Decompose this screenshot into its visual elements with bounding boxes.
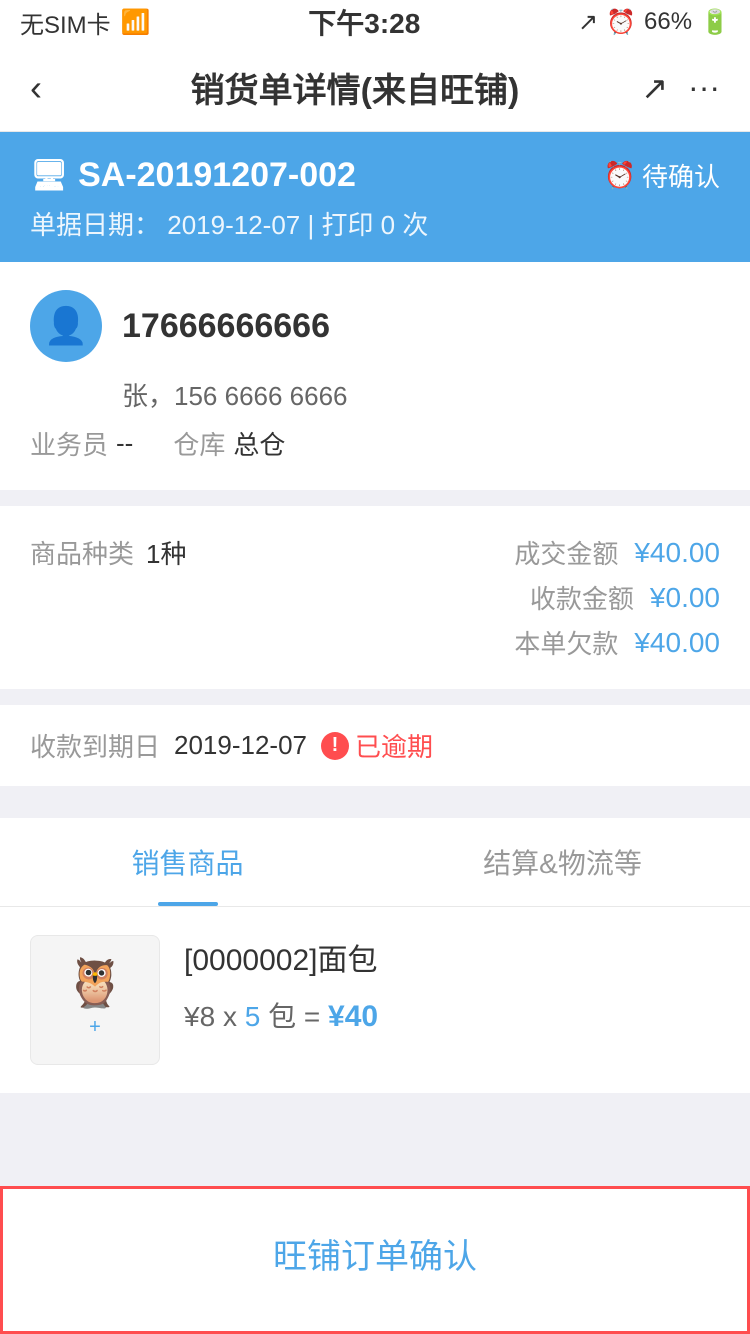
clock-icon: ⏰	[604, 160, 636, 191]
tab-sales-products[interactable]: 销售商品	[0, 818, 375, 906]
owl-icon: 🦉	[65, 960, 125, 1008]
warehouse-item: 仓库 总仓	[173, 425, 285, 462]
salesman-item: 业务员 --	[30, 425, 133, 462]
tab-settlement[interactable]: 结算&物流等	[375, 818, 750, 906]
avatar: 👤	[30, 290, 102, 362]
order-icon: 🖥	[30, 158, 68, 193]
wifi-icon: 📶	[121, 8, 151, 37]
status-time: 下午3:28	[308, 2, 420, 42]
due-value: ¥40.00	[634, 627, 720, 659]
summary-left: 商品种类 1种	[30, 534, 186, 571]
product-type-value: 1种	[146, 534, 186, 571]
battery-icon: 🔋	[700, 8, 730, 37]
tab-settlement-label: 结算&物流等	[483, 842, 642, 882]
battery-text: 66%	[644, 8, 692, 36]
due-date-value: 2019-12-07	[174, 730, 307, 761]
plus-icon: +	[89, 1016, 101, 1038]
tab-sales-products-label: 销售商品	[131, 842, 243, 882]
confirm-button[interactable]: 旺铺订单确认	[33, 1209, 717, 1297]
status-bar: 无SIM卡 📶 下午3:28 ↗ ⏰ 66% 🔋	[0, 0, 750, 44]
status-badge: ⏰ 待确认	[604, 157, 720, 194]
customer-section: 👤 17666666666 张，156 6666 6666 业务员 -- 仓库 …	[0, 262, 750, 490]
due-date-label: 收款到期日	[30, 727, 160, 764]
due-date-section: 收款到期日 2019-12-07 ! 已逾期	[0, 705, 750, 786]
tabs: 销售商品 结算&物流等	[0, 818, 750, 906]
product-info: [0000002]面包 ¥8 x 5 包 = ¥40	[184, 935, 720, 1035]
price-separator: x	[223, 1001, 245, 1032]
order-id: 🖥 SA-20191207-002	[30, 156, 356, 195]
overdue-badge: ! 已逾期	[321, 727, 433, 764]
amount-label: 成交金额	[514, 534, 618, 571]
customer-meta: 业务员 -- 仓库 总仓	[30, 425, 720, 462]
salesman-label: 业务员	[30, 425, 108, 462]
summary-row: 商品种类 1种 成交金额 ¥40.00 收款金额 ¥0.00 本单欠款 ¥40.…	[30, 534, 720, 661]
due-label: 本单欠款	[514, 624, 618, 661]
summary-right: 成交金额 ¥40.00 收款金额 ¥0.00 本单欠款 ¥40.00	[514, 534, 720, 661]
warehouse-value: 总仓	[233, 425, 285, 462]
product-item: 🦉 + [0000002]面包 ¥8 x 5 包 = ¥40	[0, 907, 750, 1093]
order-header: 🖥 SA-20191207-002 ⏰ 待确认 单据日期： 2019-12-07…	[0, 132, 750, 262]
nav-bar: ‹ 销货单详情(来自旺铺) ↗ ···	[0, 44, 750, 132]
order-status: 待确认	[642, 157, 720, 194]
unit: 包	[268, 1001, 296, 1032]
order-id-text: SA-20191207-002	[78, 156, 356, 195]
confirm-btn-container: 旺铺订单确认	[0, 1186, 750, 1334]
date-label: 单据日期：	[30, 210, 160, 240]
nav-actions: ↗ ···	[620, 69, 720, 107]
order-date: 单据日期： 2019-12-07 | 打印 0 次	[30, 205, 720, 242]
product-thumbnail: 🦉 +	[30, 935, 160, 1065]
total-price: ¥40	[328, 1000, 378, 1033]
share-icon[interactable]: ↗	[641, 69, 668, 107]
overdue-icon: !	[321, 732, 349, 760]
product-price: ¥8 x 5 包 = ¥40	[184, 995, 720, 1035]
carrier-text: 无SIM卡	[20, 5, 111, 40]
equals-sign: =	[304, 1001, 328, 1032]
header-top: 🖥 SA-20191207-002 ⏰ 待确认	[30, 156, 720, 195]
divider-2	[0, 689, 750, 705]
alarm-icon: ⏰	[606, 8, 636, 37]
date-value: 2019-12-07	[167, 210, 300, 240]
product-type-label: 商品种类	[30, 534, 134, 571]
avatar-icon: 👤	[44, 305, 89, 347]
customer-detail: 张，156 6666 6666	[30, 376, 720, 413]
customer-phone: 17666666666	[122, 307, 330, 346]
product-thumb-inner: 🦉 +	[65, 960, 125, 1040]
received-row: 收款金额 ¥0.00	[530, 579, 720, 616]
page-title: 销货单详情(来自旺铺)	[90, 63, 620, 112]
unit-price: ¥8	[184, 1001, 215, 1032]
product-name: [0000002]面包	[184, 935, 720, 979]
customer-top: 👤 17666666666	[30, 290, 720, 362]
received-label: 收款金额	[530, 579, 634, 616]
amount-row: 成交金额 ¥40.00	[514, 534, 720, 571]
back-button[interactable]: ‹	[30, 67, 90, 109]
tabs-container: 销售商品 结算&物流等	[0, 818, 750, 907]
status-right: ↗ ⏰ 66% 🔋	[578, 8, 730, 37]
amount-value: ¥40.00	[634, 537, 720, 569]
divider-3	[0, 786, 750, 802]
divider-1	[0, 490, 750, 506]
summary-section: 商品种类 1种 成交金额 ¥40.00 收款金额 ¥0.00 本单欠款 ¥40.…	[0, 506, 750, 689]
print-info: | 打印 0 次	[307, 210, 428, 240]
warehouse-label: 仓库	[173, 425, 225, 462]
received-value: ¥0.00	[650, 582, 720, 614]
salesman-value: --	[116, 428, 133, 459]
more-icon[interactable]: ···	[688, 69, 720, 106]
overdue-text: 已逾期	[355, 727, 433, 764]
tab-indicator	[158, 902, 218, 906]
quantity: 5	[245, 1001, 261, 1032]
due-row: 本单欠款 ¥40.00	[514, 624, 720, 661]
status-left: 无SIM卡 📶	[20, 5, 151, 40]
location-icon: ↗	[578, 8, 598, 37]
